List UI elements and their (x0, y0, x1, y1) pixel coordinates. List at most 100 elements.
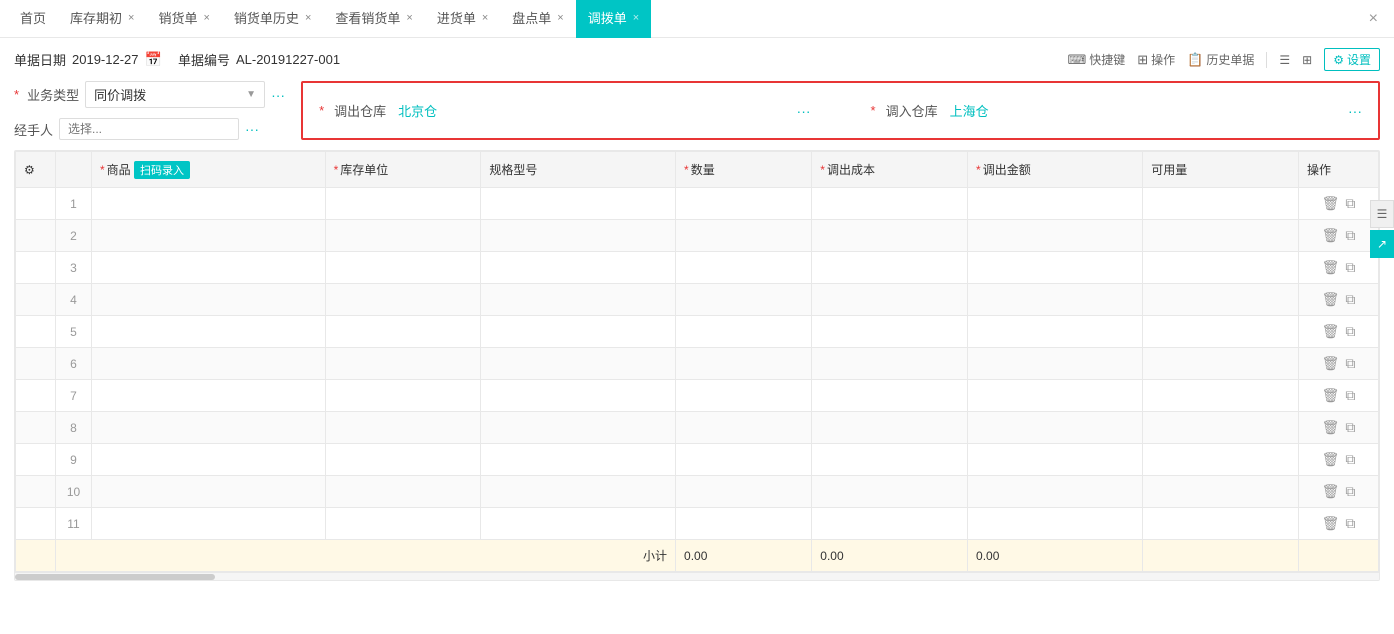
row-unit-8[interactable] (325, 412, 481, 444)
row-qty-3[interactable] (676, 252, 812, 284)
row-unit-3[interactable] (325, 252, 481, 284)
row-amount-1[interactable] (968, 188, 1143, 220)
tab-close-purchase[interactable]: × (482, 12, 488, 24)
row-product-6[interactable] (92, 348, 326, 380)
row-qty-7[interactable] (676, 380, 812, 412)
row-avail-5[interactable] (1143, 316, 1299, 348)
row-qty-9[interactable] (676, 444, 812, 476)
copy-icon[interactable]: ⧉ (1345, 515, 1355, 532)
copy-icon[interactable]: ⧉ (1345, 355, 1355, 372)
row-qty-11[interactable] (676, 508, 812, 540)
row-spec-8[interactable] (481, 412, 676, 444)
row-spec-4[interactable] (481, 284, 676, 316)
row-product-11[interactable] (92, 508, 326, 540)
row-avail-8[interactable] (1143, 412, 1299, 444)
transfer-in-more-icon[interactable]: ··· (1348, 103, 1362, 119)
tab-close-inventory[interactable]: × (128, 12, 134, 24)
copy-icon[interactable]: ⧉ (1345, 419, 1355, 436)
row-avail-6[interactable] (1143, 348, 1299, 380)
tab-close-sales[interactable]: × (203, 12, 209, 24)
sidebar-external-button[interactable]: ↗ (1370, 230, 1394, 258)
row-cost-2[interactable] (812, 220, 968, 252)
delete-icon[interactable]: 🗑 (1322, 451, 1340, 468)
row-avail-9[interactable] (1143, 444, 1299, 476)
handler-input[interactable] (59, 118, 239, 140)
row-cost-11[interactable] (812, 508, 968, 540)
tab-home[interactable]: 首页 (8, 0, 58, 38)
shortcut-button[interactable]: ⌨ 快捷键 (1067, 51, 1125, 68)
row-unit-1[interactable] (325, 188, 481, 220)
history-button[interactable]: 📋 历史单据 (1187, 51, 1254, 68)
tab-purchase[interactable]: 进货单 × (425, 0, 500, 38)
row-amount-6[interactable] (968, 348, 1143, 380)
row-product-3[interactable] (92, 252, 326, 284)
row-cost-9[interactable] (812, 444, 968, 476)
copy-icon[interactable]: ⧉ (1345, 227, 1355, 244)
list-view-button[interactable]: ☰ (1279, 53, 1290, 67)
row-unit-5[interactable] (325, 316, 481, 348)
tab-sales-history[interactable]: 销货单历史 × (222, 0, 323, 38)
row-cost-4[interactable] (812, 284, 968, 316)
row-amount-9[interactable] (968, 444, 1143, 476)
tab-close-transfer[interactable]: × (633, 12, 639, 24)
tab-close-sales-history[interactable]: × (305, 12, 311, 24)
grid-view-button[interactable]: ⊞ (1302, 53, 1312, 67)
transfer-out-more-icon[interactable]: ··· (797, 103, 811, 119)
row-cost-10[interactable] (812, 476, 968, 508)
row-spec-11[interactable] (481, 508, 676, 540)
row-amount-4[interactable] (968, 284, 1143, 316)
copy-icon[interactable]: ⧉ (1345, 323, 1355, 340)
copy-icon[interactable]: ⧉ (1345, 451, 1355, 468)
delete-icon[interactable]: 🗑 (1322, 387, 1340, 404)
copy-icon[interactable]: ⧉ (1345, 259, 1355, 276)
delete-icon[interactable]: 🗑 (1322, 291, 1340, 308)
handler-more-icon[interactable]: ··· (245, 121, 259, 137)
sidebar-list-button[interactable]: ☰ (1370, 200, 1394, 228)
tab-transfer[interactable]: 调拨单 × (576, 0, 651, 38)
row-product-10[interactable] (92, 476, 326, 508)
row-unit-10[interactable] (325, 476, 481, 508)
delete-icon[interactable]: 🗑 (1322, 419, 1340, 436)
row-cost-1[interactable] (812, 188, 968, 220)
tab-close-stocktake[interactable]: × (557, 12, 563, 24)
row-cost-6[interactable] (812, 348, 968, 380)
row-unit-11[interactable] (325, 508, 481, 540)
row-qty-5[interactable] (676, 316, 812, 348)
row-unit-2[interactable] (325, 220, 481, 252)
delete-icon[interactable]: 🗑 (1322, 483, 1340, 500)
row-cost-7[interactable] (812, 380, 968, 412)
row-unit-4[interactable] (325, 284, 481, 316)
delete-icon[interactable]: 🗑 (1322, 515, 1340, 532)
row-cost-3[interactable] (812, 252, 968, 284)
setting-button[interactable]: ⚙ 设置 (1324, 48, 1380, 71)
row-unit-7[interactable] (325, 380, 481, 412)
row-product-4[interactable] (92, 284, 326, 316)
col-header-gear[interactable]: ⚙ (16, 152, 56, 188)
scrollbar-thumb[interactable] (15, 574, 215, 580)
delete-icon[interactable]: 🗑 (1322, 227, 1340, 244)
row-product-5[interactable] (92, 316, 326, 348)
row-amount-2[interactable] (968, 220, 1143, 252)
row-amount-5[interactable] (968, 316, 1143, 348)
row-product-1[interactable] (92, 188, 326, 220)
tab-view-sales[interactable]: 查看销货单 × (323, 0, 424, 38)
row-spec-3[interactable] (481, 252, 676, 284)
delete-icon[interactable]: 🗑 (1322, 259, 1340, 276)
row-qty-2[interactable] (676, 220, 812, 252)
copy-icon[interactable]: ⧉ (1345, 483, 1355, 500)
row-spec-10[interactable] (481, 476, 676, 508)
row-unit-9[interactable] (325, 444, 481, 476)
horizontal-scrollbar[interactable] (15, 572, 1379, 580)
row-amount-10[interactable] (968, 476, 1143, 508)
row-product-9[interactable] (92, 444, 326, 476)
delete-icon[interactable]: 🗑 (1322, 195, 1340, 212)
row-avail-1[interactable] (1143, 188, 1299, 220)
row-product-8[interactable] (92, 412, 326, 444)
tab-close-view-sales[interactable]: × (406, 12, 412, 24)
row-qty-8[interactable] (676, 412, 812, 444)
row-spec-2[interactable] (481, 220, 676, 252)
business-type-select[interactable]: 同价调拨 ▼ (85, 81, 265, 108)
row-avail-7[interactable] (1143, 380, 1299, 412)
row-qty-6[interactable] (676, 348, 812, 380)
row-unit-6[interactable] (325, 348, 481, 380)
